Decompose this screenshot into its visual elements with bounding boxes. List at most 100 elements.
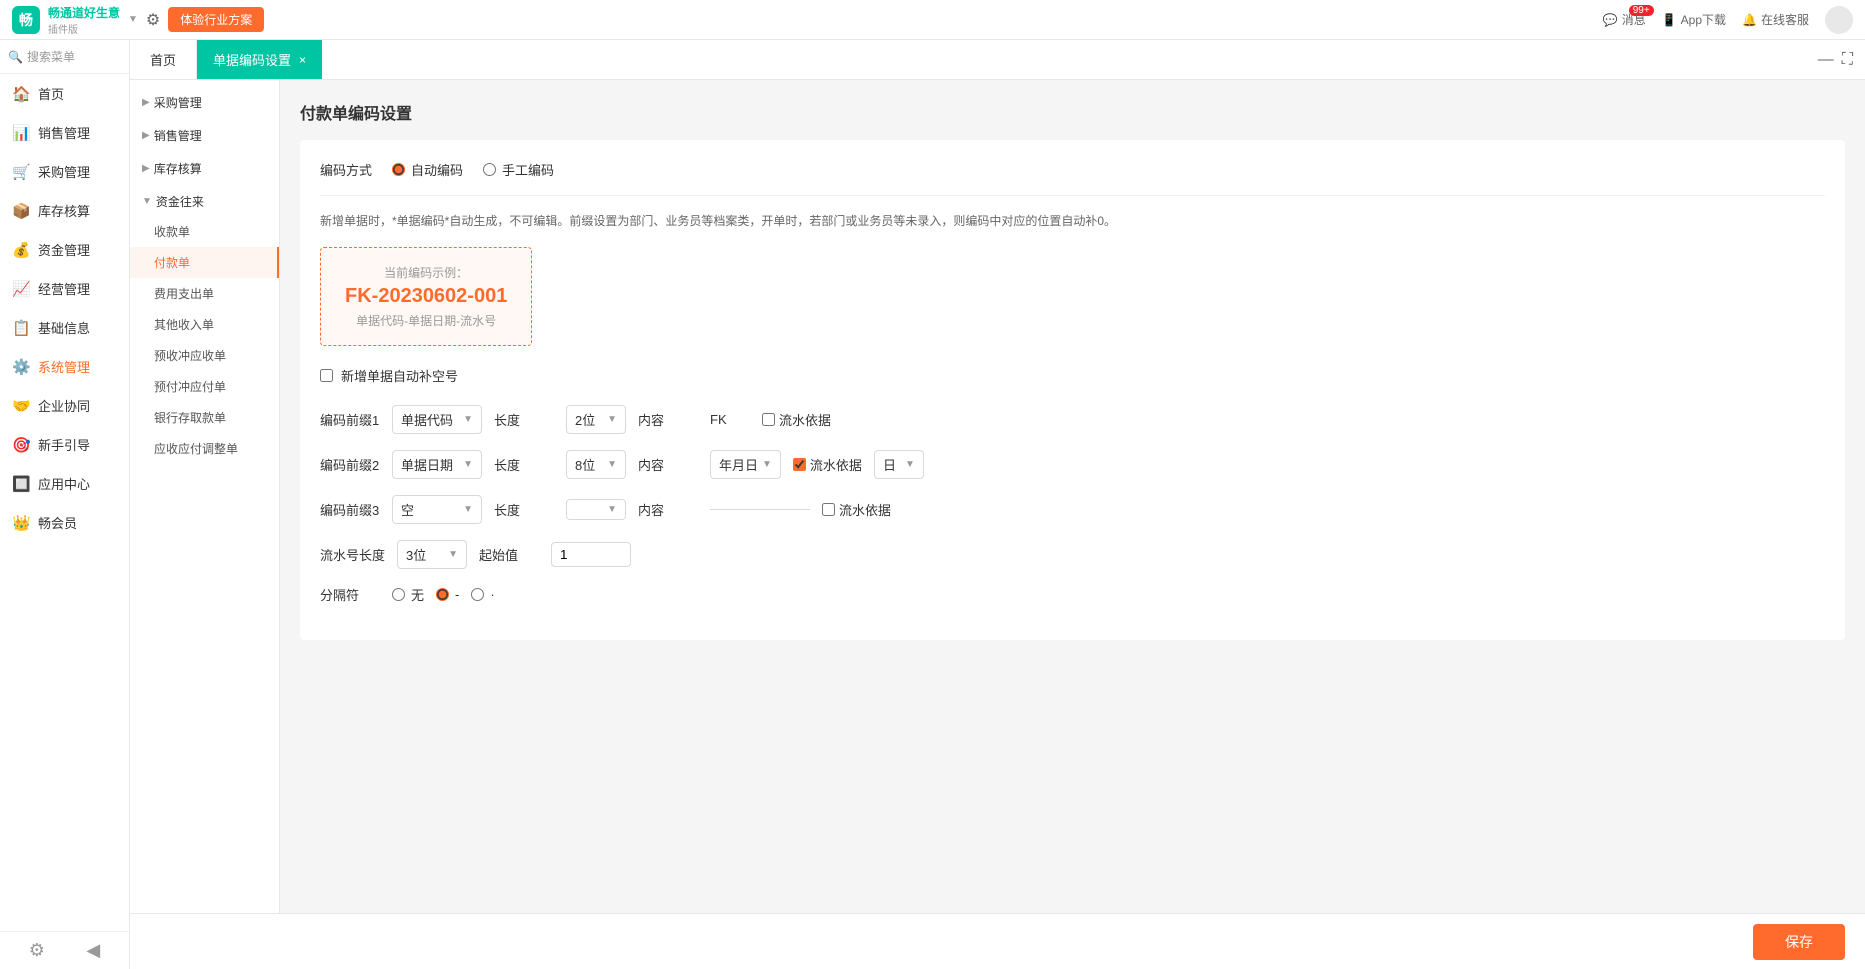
tab-bar: 首页 单据编码设置 × — ⛶ xyxy=(130,40,1865,80)
main-layout: 🔍 搜索菜单 🏠 首页 📊 销售管理 🛒 采购管理 📦 库存核算 💰 资金管理 … xyxy=(0,40,1865,969)
trial-button[interactable]: 体验行业方案 xyxy=(168,7,264,32)
sep-none-radio[interactable] xyxy=(392,588,405,601)
sidebar-item-inventory[interactable]: 📦 库存核算 xyxy=(0,191,129,230)
serial1-checkbox-label[interactable]: 流水依据 xyxy=(762,410,831,429)
settings-icon[interactable]: ⚙ xyxy=(146,10,160,30)
sub-item-receipt[interactable]: 收款单 xyxy=(130,216,279,247)
sidebar-item-purchase[interactable]: 🛒 采购管理 xyxy=(0,152,129,191)
content-area: 首页 单据编码设置 × — ⛶ ▶ 采购管理 xyxy=(130,40,1865,969)
online-service-button[interactable]: 🔔 在线客服 xyxy=(1742,11,1809,28)
serial2-checkbox[interactable] xyxy=(793,458,806,471)
sep-dot-option[interactable]: · xyxy=(471,587,494,602)
inventory-icon: 📦 xyxy=(12,202,30,220)
auto-fill-label: 新增单据自动补空号 xyxy=(341,366,458,385)
sidebar-label-finance: 资金管理 xyxy=(38,240,90,259)
search-label: 搜索菜单 xyxy=(27,48,75,65)
serial1-checkbox[interactable] xyxy=(762,413,775,426)
operations-icon: 📈 xyxy=(12,280,30,298)
brand-logo: 畅 xyxy=(12,6,40,34)
sales-icon: 📊 xyxy=(12,124,30,142)
prefix1-arrow-icon: ▼ xyxy=(463,414,473,425)
tab-right: — ⛶ xyxy=(1818,51,1865,69)
maximize-icon[interactable]: ⛶ xyxy=(1842,51,1853,69)
auto-encode-radio[interactable] xyxy=(392,163,405,176)
auto-fill-checkbox[interactable] xyxy=(320,369,333,382)
sub-sidebar: ▶ 采购管理 ▶ 销售管理 ▶ 库存核算 xyxy=(130,80,280,913)
sub-item-payment[interactable]: 付款单 xyxy=(130,247,279,278)
sub-group-title-sales[interactable]: ▶ 销售管理 xyxy=(130,121,279,150)
sidebar-item-sales[interactable]: 📊 销售管理 xyxy=(0,113,129,152)
content2-select[interactable]: 年月日 ▼ xyxy=(710,450,781,479)
page-content: 付款单编码设置 编码方式 自动编码 手工编码 xyxy=(280,80,1865,913)
serial3-checkbox[interactable] xyxy=(822,503,835,516)
brand-dropdown-arrow[interactable]: ▼ xyxy=(128,14,138,25)
sidebar-item-apps[interactable]: 🔲 应用中心 xyxy=(0,464,129,503)
sidebar-item-operations[interactable]: 📈 经营管理 xyxy=(0,269,129,308)
manual-encode-option[interactable]: 手工编码 xyxy=(483,160,554,179)
sep-dash-radio[interactable] xyxy=(436,588,449,601)
sub-item-income[interactable]: 其他收入单 xyxy=(130,309,279,340)
sep-dash-option[interactable]: - xyxy=(436,587,459,602)
apps-icon: 🔲 xyxy=(12,475,30,493)
start-value-label: 起始值 xyxy=(479,545,539,564)
prefix1-select[interactable]: 单据代码 ▼ xyxy=(392,405,482,434)
sub-group-title-finance[interactable]: ▼ 资金往来 xyxy=(130,187,279,216)
search-menu[interactable]: 🔍 搜索菜单 xyxy=(0,40,129,74)
sidebar-item-basic[interactable]: 📋 基础信息 xyxy=(0,308,129,347)
app-download-button[interactable]: 📱 App下载 xyxy=(1662,11,1726,28)
prefix2-arrow-icon: ▼ xyxy=(463,459,473,470)
length3-label: 长度 xyxy=(494,500,554,519)
sidebar-item-finance[interactable]: 💰 资金管理 xyxy=(0,230,129,269)
sidebar-item-member[interactable]: 👑 畅会员 xyxy=(0,503,129,542)
sep-dash-label: - xyxy=(455,587,459,602)
prefix2-select[interactable]: 单据日期 ▼ xyxy=(392,450,482,479)
length3-select[interactable]: ▼ xyxy=(566,499,626,520)
sidebar-item-enterprise[interactable]: 🤝 企业协同 xyxy=(0,386,129,425)
sidebar-label-apps: 应用中心 xyxy=(38,474,90,493)
serial2-checkbox-label[interactable]: 流水依据 xyxy=(793,455,862,474)
topbar-right: 💬 消息 99+ 📱 App下载 🔔 在线客服 xyxy=(1603,6,1853,34)
sub-group-purchase: ▶ 采购管理 xyxy=(130,88,279,117)
serial2-period-select[interactable]: 日 ▼ xyxy=(874,450,924,479)
system-icon: ⚙️ xyxy=(12,358,30,376)
sub-item-expense[interactable]: 费用支出单 xyxy=(130,278,279,309)
sep-dot-radio[interactable] xyxy=(471,588,484,601)
length1-select[interactable]: 2位 ▼ xyxy=(566,405,626,434)
content3-value xyxy=(710,509,810,510)
tab-close-button[interactable]: × xyxy=(299,53,306,67)
sidebar-item-guide[interactable]: 🎯 新手引导 xyxy=(0,425,129,464)
auto-encode-option[interactable]: 自动编码 xyxy=(392,160,463,179)
minimize-icon[interactable]: — xyxy=(1818,51,1834,69)
sep-none-label: 无 xyxy=(411,585,424,604)
sidebar-item-system[interactable]: ⚙️ 系统管理 xyxy=(0,347,129,386)
sub-item-advance-pay[interactable]: 预付冲应付单 xyxy=(130,371,279,402)
sub-group-title-purchase[interactable]: ▶ 采购管理 xyxy=(130,88,279,117)
sep-none-option[interactable]: 无 xyxy=(392,585,424,604)
sidebar-item-home[interactable]: 🏠 首页 xyxy=(0,74,129,113)
sub-item-bank[interactable]: 银行存取款单 xyxy=(130,402,279,433)
serial-length-select[interactable]: 3位 ▼ xyxy=(397,540,467,569)
active-tab-label: 单据编码设置 xyxy=(213,50,291,69)
length2-select[interactable]: 8位 ▼ xyxy=(566,450,626,479)
content1-label: 内容 xyxy=(638,410,698,429)
user-avatar[interactable] xyxy=(1825,6,1853,34)
sidebar-label-system: 系统管理 xyxy=(38,357,90,376)
sub-item-adjustment[interactable]: 应收应付调整单 xyxy=(130,433,279,464)
serial3-checkbox-label[interactable]: 流水依据 xyxy=(822,500,891,519)
messages-button[interactable]: 💬 消息 99+ xyxy=(1603,11,1646,28)
collapse-icon[interactable]: ◀ xyxy=(86,940,100,961)
sidebar-label-enterprise: 企业协同 xyxy=(38,396,90,415)
settings-bottom-icon[interactable]: ⚙ xyxy=(29,940,45,961)
sub-group-title-inventory[interactable]: ▶ 库存核算 xyxy=(130,154,279,183)
sidebar-label-home: 首页 xyxy=(38,84,64,103)
manual-encode-radio[interactable] xyxy=(483,163,496,176)
tab-home[interactable]: 首页 xyxy=(130,40,197,79)
save-button[interactable]: 保存 xyxy=(1753,924,1845,960)
sub-item-advance-receipt[interactable]: 预收冲应收单 xyxy=(130,340,279,371)
start-value-input[interactable] xyxy=(551,542,631,567)
prefix2-row: 编码前缀2 单据日期 ▼ 长度 8位 ▼ 内容 年月日 xyxy=(320,450,1825,479)
tab-active[interactable]: 单据编码设置 × xyxy=(197,40,322,79)
content2-label: 内容 xyxy=(638,455,698,474)
code-desc: 单据代码-单据日期-流水号 xyxy=(345,312,507,329)
prefix3-select[interactable]: 空 ▼ xyxy=(392,495,482,524)
